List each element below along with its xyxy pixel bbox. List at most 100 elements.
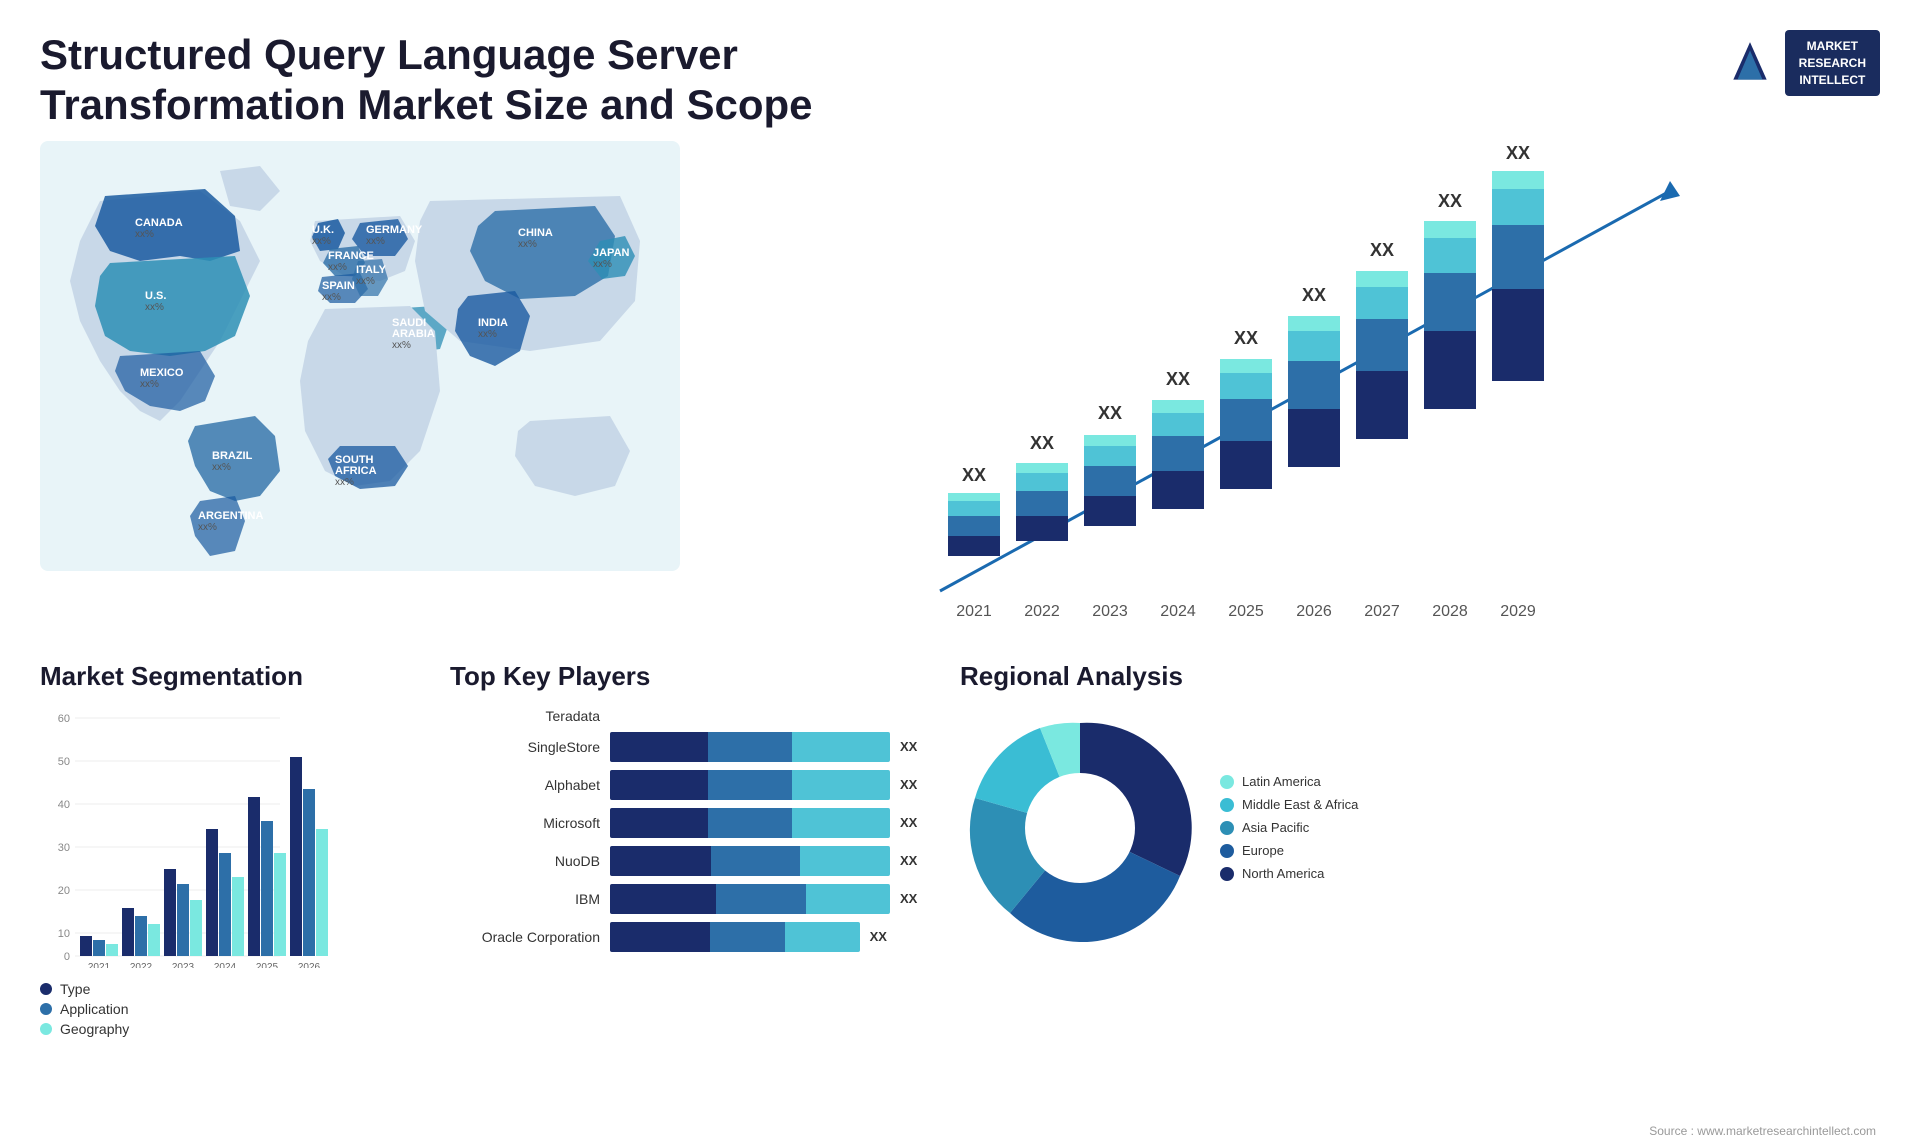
svg-text:XX: XX <box>1166 369 1190 389</box>
svg-text:2021: 2021 <box>956 603 992 620</box>
svg-text:2021: 2021 <box>88 962 111 968</box>
world-map: CANADA xx% U.S. xx% MEXICO xx% BRAZIL xx… <box>40 141 680 571</box>
svg-text:2024: 2024 <box>1160 603 1196 620</box>
segmentation-legend: Type Application Geography <box>40 981 420 1037</box>
players-list: Teradata SingleStore XX Alphabet <box>450 708 930 952</box>
svg-text:ARABIA: ARABIA <box>392 328 435 340</box>
svg-text:JAPAN: JAPAN <box>593 247 630 259</box>
player-name-teradata: Teradata <box>450 708 600 724</box>
legend-application-dot <box>40 1003 52 1015</box>
svg-text:2026: 2026 <box>298 962 321 968</box>
reg-legend-north-america: North America <box>1220 866 1358 881</box>
reg-color-europe <box>1220 844 1234 858</box>
legend-type: Type <box>40 981 420 997</box>
svg-text:GERMANY: GERMANY <box>366 224 423 236</box>
player-bar-alphabet <box>610 770 890 800</box>
regional-section: Regional Analysis <box>960 661 1880 1021</box>
legend-geography-dot <box>40 1023 52 1035</box>
player-name-microsoft: Microsoft <box>450 815 600 831</box>
legend-type-label: Type <box>60 981 90 997</box>
svg-text:xx%: xx% <box>145 302 164 313</box>
svg-text:xx%: xx% <box>356 276 375 287</box>
growth-chart-section: XX 2021 XX 2022 XX 2023 XX 2024 <box>680 141 1880 651</box>
svg-text:xx%: xx% <box>366 236 385 247</box>
svg-text:FRANCE: FRANCE <box>328 250 374 262</box>
svg-text:2025: 2025 <box>1228 603 1264 620</box>
svg-text:XX: XX <box>1098 403 1122 423</box>
player-value-ibm: XX <box>900 891 930 906</box>
reg-label-asia: Asia Pacific <box>1242 820 1309 835</box>
svg-text:xx%: xx% <box>518 239 537 250</box>
svg-text:60: 60 <box>58 713 70 725</box>
svg-text:xx%: xx% <box>392 340 411 351</box>
segmentation-section: Market Segmentation 60 50 40 30 20 10 0 … <box>40 661 420 1021</box>
svg-text:2023: 2023 <box>172 962 195 968</box>
player-value-alphabet: XX <box>900 777 930 792</box>
svg-text:xx%: xx% <box>593 259 612 270</box>
logo-icon <box>1725 38 1775 88</box>
svg-text:xx%: xx% <box>198 522 217 533</box>
svg-text:xx%: xx% <box>322 292 341 303</box>
svg-text:BRAZIL: BRAZIL <box>212 450 253 462</box>
svg-text:xx%: xx% <box>140 379 159 390</box>
player-value-nuodb: XX <box>900 853 930 868</box>
svg-text:XX: XX <box>1438 191 1462 211</box>
legend-type-dot <box>40 983 52 995</box>
svg-text:XX: XX <box>1234 328 1258 348</box>
reg-legend-asia: Asia Pacific <box>1220 820 1358 835</box>
svg-text:2026: 2026 <box>1296 603 1332 620</box>
svg-text:2029: 2029 <box>1500 603 1536 620</box>
player-name-nuodb: NuoDB <box>450 853 600 869</box>
player-bar-ibm <box>610 884 890 914</box>
svg-text:2027: 2027 <box>1364 603 1400 620</box>
svg-text:0: 0 <box>64 951 70 963</box>
reg-label-mea: Middle East & Africa <box>1242 797 1358 812</box>
page-header: Structured Query Language Server Transfo… <box>0 0 1920 141</box>
svg-text:2024: 2024 <box>214 962 237 968</box>
reg-label-latin: Latin America <box>1242 774 1321 789</box>
player-row-nuodb: NuoDB XX <box>450 846 930 876</box>
svg-text:xx%: xx% <box>328 262 347 273</box>
reg-legend-europe: Europe <box>1220 843 1358 858</box>
player-row-singlestore: SingleStore XX <box>450 732 930 762</box>
player-bar-oracle <box>610 922 860 952</box>
player-bar-microsoft <box>610 808 890 838</box>
svg-text:2023: 2023 <box>1092 603 1128 620</box>
player-row-teradata: Teradata <box>450 708 930 724</box>
svg-text:CANADA: CANADA <box>135 217 183 229</box>
key-players-section: Top Key Players Teradata SingleStore XX … <box>450 661 930 1021</box>
svg-text:U.K.: U.K. <box>312 224 334 236</box>
svg-text:SPAIN: SPAIN <box>322 280 355 292</box>
svg-text:ITALY: ITALY <box>356 264 387 276</box>
svg-text:2022: 2022 <box>1024 603 1060 620</box>
svg-text:xx%: xx% <box>212 462 231 473</box>
svg-text:CHINA: CHINA <box>518 227 553 239</box>
svg-text:50: 50 <box>58 756 70 768</box>
legend-application-label: Application <box>60 1001 129 1017</box>
svg-text:ARGENTINA: ARGENTINA <box>198 510 263 522</box>
reg-label-europe: Europe <box>1242 843 1284 858</box>
legend-geography: Geography <box>40 1021 420 1037</box>
svg-text:2025: 2025 <box>256 962 279 968</box>
growth-chart-svg: XX 2021 XX 2022 XX 2023 XX 2024 <box>700 141 1880 631</box>
page-title: Structured Query Language Server Transfo… <box>40 30 940 131</box>
svg-text:XX: XX <box>1506 143 1530 163</box>
donut-chart <box>960 708 1200 948</box>
svg-text:U.S.: U.S. <box>145 290 166 302</box>
player-row-oracle: Oracle Corporation XX <box>450 922 930 952</box>
svg-text:xx%: xx% <box>478 329 497 340</box>
logo-text: MARKET RESEARCH INTELLECT <box>1785 30 1880 96</box>
player-row-microsoft: Microsoft XX <box>450 808 930 838</box>
player-value-singlestore: XX <box>900 739 930 754</box>
svg-text:AFRICA: AFRICA <box>335 465 377 477</box>
reg-color-na <box>1220 867 1234 881</box>
player-name-ibm: IBM <box>450 891 600 907</box>
regional-legend: Latin America Middle East & Africa Asia … <box>1220 774 1358 881</box>
reg-label-na: North America <box>1242 866 1324 881</box>
regional-chart: Latin America Middle East & Africa Asia … <box>960 708 1880 948</box>
player-name-alphabet: Alphabet <box>450 777 600 793</box>
player-name-oracle: Oracle Corporation <box>450 929 600 945</box>
player-row-alphabet: Alphabet XX <box>450 770 930 800</box>
svg-text:xx%: xx% <box>312 236 331 247</box>
svg-text:XX: XX <box>1030 433 1054 453</box>
